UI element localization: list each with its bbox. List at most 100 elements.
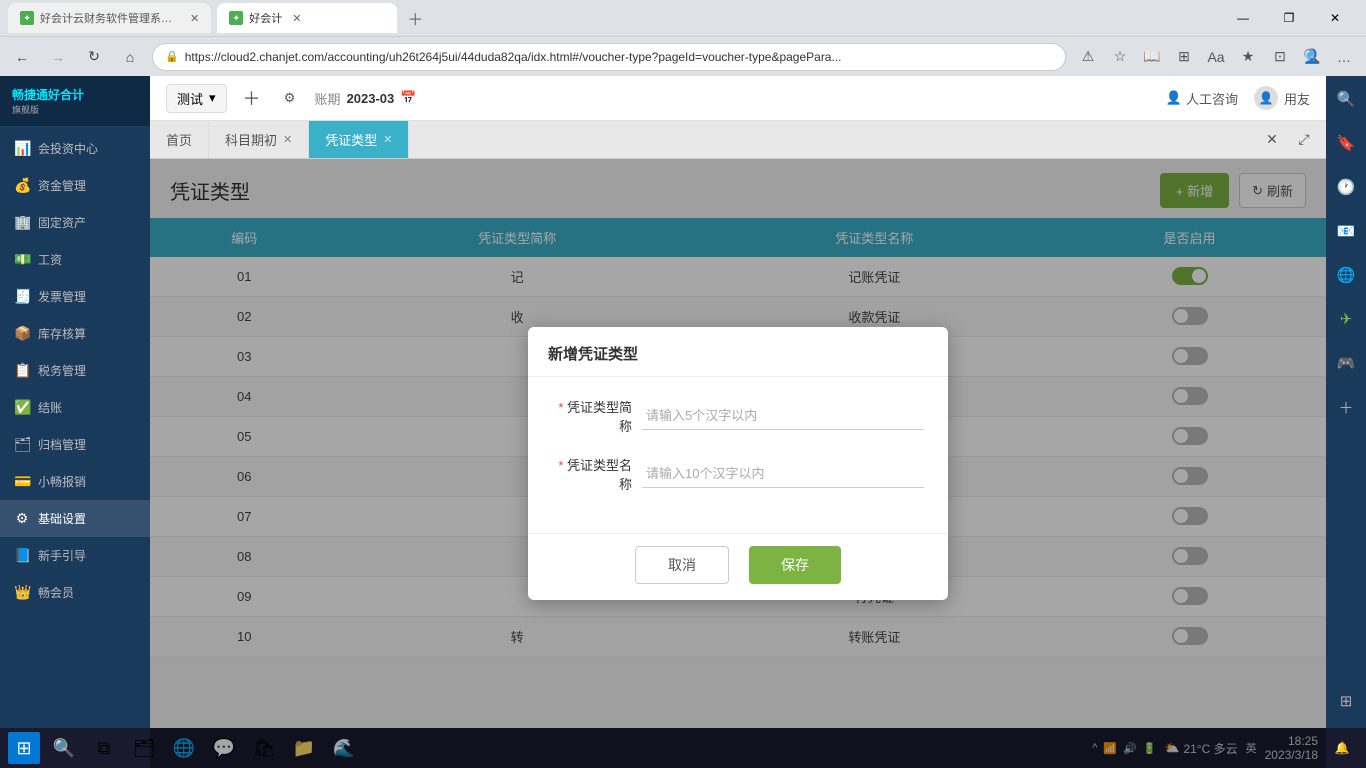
- sidebar-item-xinshouyindao[interactable]: 📘 新手引导: [0, 537, 150, 574]
- tab-subjects[interactable]: 科目期初 ✕: [209, 121, 309, 158]
- sidebar-item-jichushezhi[interactable]: ⚙ 基础设置: [0, 500, 150, 537]
- multitasking-icon: ⧉: [98, 738, 111, 759]
- workspace-name: 测试: [177, 89, 203, 108]
- sidebar-item-kucun[interactable]: 📦 库存核算: [0, 315, 150, 352]
- sidebar-item-guidang[interactable]: 🗂 归档管理: [0, 426, 150, 463]
- reading-mode-icon[interactable]: 📖: [1138, 43, 1166, 71]
- form-label-name: 凭证类型名称: [552, 455, 642, 493]
- rsp-send-icon[interactable]: ✈: [1331, 304, 1361, 334]
- more-tools-icon[interactable]: …: [1330, 43, 1358, 71]
- user-info[interactable]: 👤 用友: [1254, 86, 1310, 110]
- xinshouyindao-icon: 📘: [14, 547, 30, 564]
- close-button[interactable]: ✕: [1312, 0, 1358, 36]
- sidebar-item-huiyuan[interactable]: 👑 畅会员: [0, 574, 150, 611]
- huiyuan-label: 畅会员: [38, 584, 74, 601]
- rsp-add-icon[interactable]: ＋: [1331, 392, 1361, 422]
- modal-header: 新增凭证类型: [528, 327, 948, 377]
- cancel-button[interactable]: 取消: [635, 546, 729, 584]
- rsp-search-icon[interactable]: 🔍: [1331, 84, 1361, 114]
- notification-button[interactable]: 🔔: [1326, 732, 1358, 764]
- form-input-name[interactable]: [642, 460, 924, 488]
- lock-icon: 🔒: [165, 50, 179, 63]
- sidebar-item-zijin[interactable]: 💰 资金管理: [0, 167, 150, 204]
- modal-dialog: 新增凭证类型 凭证类型简称 凭证类型名称: [528, 327, 948, 600]
- sidebar-item-fapiao[interactable]: 🧾 发票管理: [0, 278, 150, 315]
- add-workspace-button[interactable]: ＋: [239, 85, 265, 111]
- tab2-close[interactable]: ✕: [292, 12, 301, 25]
- home-button[interactable]: ⌂: [116, 43, 144, 71]
- top-bar: 测试 ▾ ＋ ⚙ 账期 2023-03 📅 👤 人工咨询 👤: [150, 76, 1326, 121]
- address-input[interactable]: 🔒 https://cloud2.chanjet.com/accounting/…: [152, 43, 1066, 71]
- rsp-grid-icon[interactable]: ⊞: [1331, 686, 1361, 716]
- translate-icon[interactable]: Aa: [1202, 43, 1230, 71]
- sidebar-item-xiaobaoxiao[interactable]: 💳 小畅报销: [0, 463, 150, 500]
- main-content: 凭证类型 + 新增 ↻ 刷新 编码 凭证类型简称 凭证类型名称: [150, 159, 1326, 768]
- back-button[interactable]: ←: [8, 43, 36, 71]
- tab-expand-button[interactable]: ⤢: [1290, 126, 1318, 154]
- tab-voucher-type[interactable]: 凭证类型 ✕: [309, 121, 409, 158]
- rsp-outlook-icon[interactable]: 📧: [1331, 216, 1361, 246]
- bookmark-icon[interactable]: ☆: [1106, 43, 1134, 71]
- browser-tab-1[interactable]: ✦ 好会计云财务软件管理系统_会计 ✕: [8, 3, 211, 33]
- sidebar-item-shuiwu[interactable]: 📋 税务管理: [0, 352, 150, 389]
- split-view-icon[interactable]: ⊞: [1170, 43, 1198, 71]
- favorites-icon[interactable]: ★: [1234, 43, 1262, 71]
- maximize-button[interactable]: ❐: [1266, 0, 1312, 36]
- guidang-icon: 🗂: [14, 436, 30, 453]
- workspace-dropdown-icon: ▾: [209, 90, 216, 106]
- rsp-edge-icon[interactable]: 🌐: [1331, 260, 1361, 290]
- jichushezhi-icon: ⚙: [14, 510, 30, 527]
- rsp-bookmark-icon[interactable]: 🔖: [1331, 128, 1361, 158]
- form-row-name: 凭证类型名称: [552, 455, 924, 493]
- minimize-button[interactable]: —: [1220, 0, 1266, 36]
- huiyuan-icon: 👑: [14, 584, 30, 601]
- form-input-short[interactable]: [642, 402, 924, 430]
- reload-button[interactable]: ↻: [80, 43, 108, 71]
- sidebar: 畅捷通好合计 旗舰版 📊 会投资中心 💰 资金管理 🏢 固定资产: [0, 76, 150, 768]
- sidebar-item-gongzi[interactable]: 💵 工资: [0, 241, 150, 278]
- taskbar-search[interactable]: 🔍: [48, 732, 80, 764]
- xiaobaoxiao-label: 小畅报销: [38, 473, 86, 490]
- workspace-selector[interactable]: 测试 ▾: [166, 84, 227, 113]
- sidebar-logo-sub: 旗舰版: [12, 103, 84, 116]
- save-button[interactable]: 保存: [749, 546, 841, 584]
- search-taskbar-icon: 🔍: [53, 738, 75, 759]
- taskbar-multitasking[interactable]: ⧉: [88, 732, 120, 764]
- period-info: 账期 2023-03 📅: [315, 89, 417, 108]
- forward-button[interactable]: →: [44, 43, 72, 71]
- touzi-icon: 📊: [14, 140, 30, 157]
- tab1-close[interactable]: ✕: [190, 12, 199, 25]
- tab-close-panel-button[interactable]: ✕: [1258, 126, 1286, 154]
- start-button[interactable]: ⊞: [8, 732, 40, 764]
- fapiao-icon: 🧾: [14, 288, 30, 305]
- tab1-favicon: ✦: [20, 11, 34, 25]
- consult-icon: 👤: [1166, 90, 1182, 106]
- rsp-games-icon[interactable]: 🎮: [1331, 348, 1361, 378]
- sidebar-items: 📊 会投资中心 💰 资金管理 🏢 固定资产 💵 工资 🧾 发票管理: [0, 126, 150, 730]
- new-tab-button[interactable]: ＋: [407, 6, 423, 30]
- window-controls: — ❐ ✕: [1220, 0, 1358, 36]
- tab1-label: 好会计云财务软件管理系统_会计: [40, 10, 180, 26]
- edge-search-icon[interactable]: 🔍: [1298, 43, 1326, 71]
- gongzi-label: 工资: [38, 251, 62, 268]
- tab-subjects-close[interactable]: ✕: [283, 133, 292, 146]
- guidang-label: 归档管理: [38, 436, 86, 453]
- rsp-history-icon[interactable]: 🕐: [1331, 172, 1361, 202]
- shuiwu-icon: 📋: [14, 362, 30, 379]
- tab-voucher-type-close[interactable]: ✕: [383, 133, 392, 146]
- jichushezhi-label: 基础设置: [38, 510, 86, 527]
- tab-home[interactable]: 首页: [150, 121, 209, 158]
- xiaobaoxiao-icon: 💳: [14, 473, 30, 490]
- calendar-icon[interactable]: 📅: [400, 90, 416, 106]
- sidebar-item-touzi[interactable]: 📊 会投资中心: [0, 130, 150, 167]
- consult-button[interactable]: 👤 人工咨询: [1166, 89, 1238, 108]
- sidebar-header: 畅捷通好合计 旗舰版: [0, 76, 150, 126]
- user-avatar: 👤: [1254, 86, 1278, 110]
- sidebar-item-gudingzichan[interactable]: 🏢 固定资产: [0, 204, 150, 241]
- sidebar-item-jiezhang[interactable]: ✅ 结账: [0, 389, 150, 426]
- extensions-icon[interactable]: ⚠: [1074, 43, 1102, 71]
- collections-icon[interactable]: ⊡: [1266, 43, 1294, 71]
- workspace-settings-button[interactable]: ⚙: [277, 85, 303, 111]
- address-bar: ← → ↻ ⌂ 🔒 https://cloud2.chanjet.com/acc…: [0, 36, 1366, 76]
- browser-tab-2[interactable]: ✦ 好会计 ✕: [217, 3, 397, 33]
